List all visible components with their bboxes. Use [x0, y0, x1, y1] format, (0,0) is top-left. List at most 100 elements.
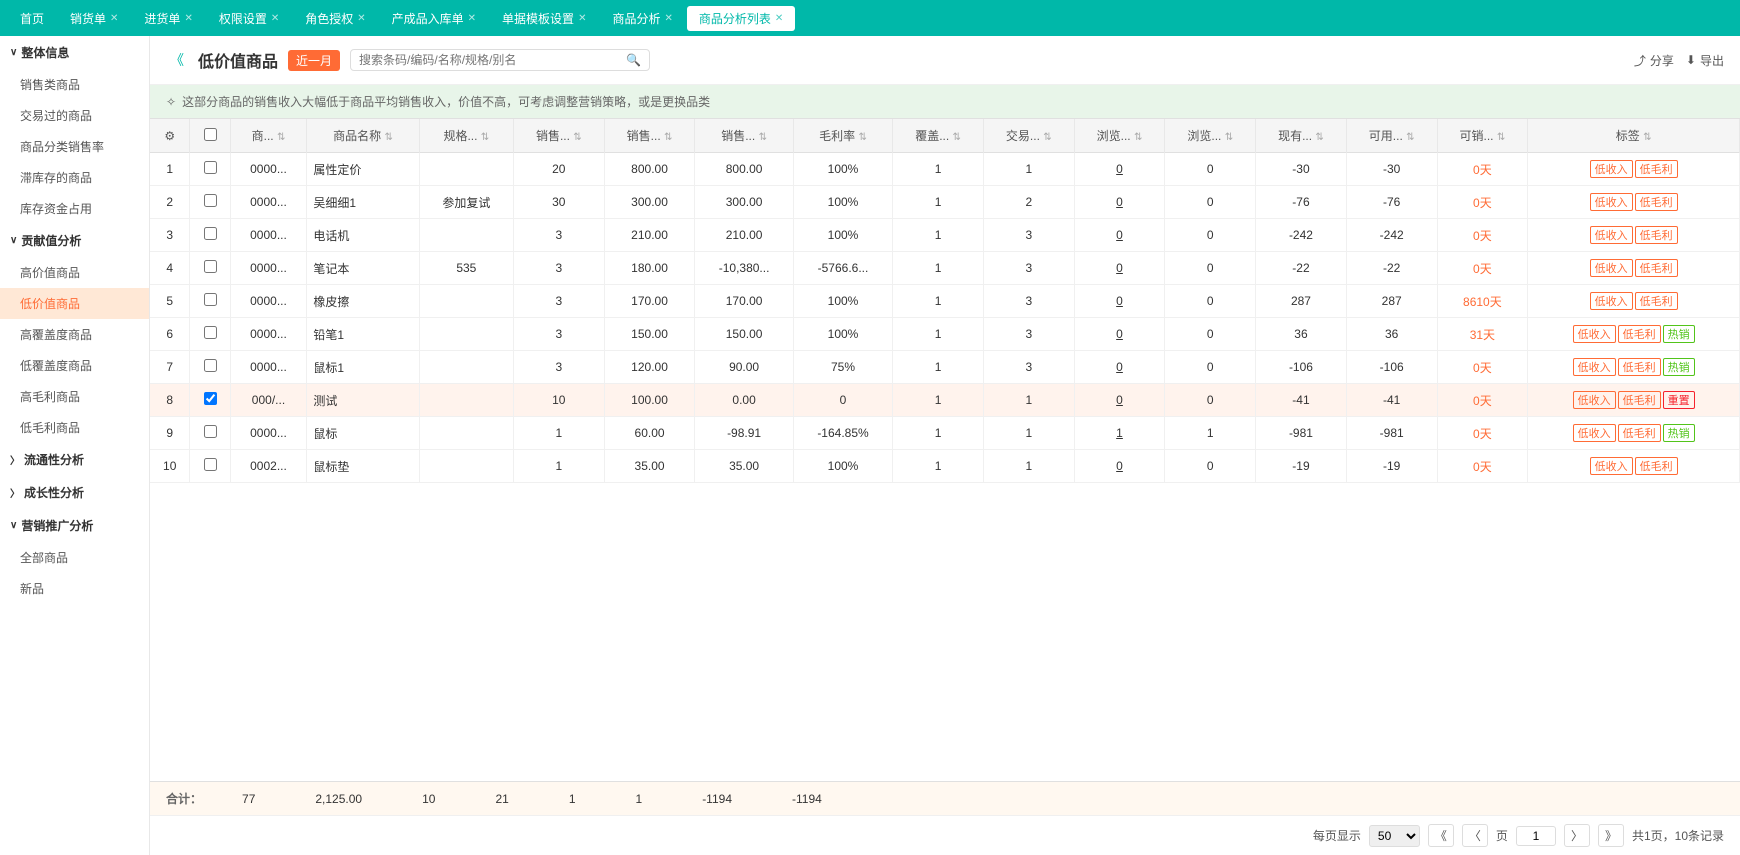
first-page-btn[interactable]: 《 [1428, 824, 1454, 847]
cell-browse1[interactable]: 0 [1074, 285, 1165, 318]
cell-coverage: 1 [893, 285, 984, 318]
cell-checkbox[interactable] [190, 417, 230, 450]
row-checkbox[interactable] [204, 161, 217, 174]
cell-checkbox[interactable] [190, 351, 230, 384]
cell-browse1[interactable]: 0 [1074, 318, 1165, 351]
col-spec[interactable]: 规格... ⇅ [419, 119, 513, 153]
close-icon[interactable]: ✕ [184, 13, 192, 24]
row-checkbox[interactable] [204, 458, 217, 471]
cell-checkbox[interactable] [190, 153, 230, 186]
sidebar-item-low-coverage[interactable]: 低覆盖度商品 [0, 350, 149, 381]
cell-checkbox[interactable] [190, 252, 230, 285]
row-checkbox[interactable] [204, 326, 217, 339]
cell-browse1[interactable]: 0 [1074, 153, 1165, 186]
sidebar-item-low-margin[interactable]: 低毛利商品 [0, 412, 149, 443]
cell-browse1[interactable]: 0 [1074, 450, 1165, 483]
row-checkbox[interactable] [204, 260, 217, 273]
cell-browse1[interactable]: 0 [1074, 252, 1165, 285]
row-checkbox[interactable] [204, 227, 217, 240]
sidebar-item-category-rate[interactable]: 商品分类销售率 [0, 131, 149, 162]
nav-purchase-order[interactable]: 进货单 ✕ [132, 6, 204, 31]
cell-browse1[interactable]: 1 [1074, 417, 1165, 450]
next-page-btn[interactable]: 〉 [1564, 824, 1590, 847]
cell-checkbox[interactable] [190, 384, 230, 417]
col-sale-price[interactable]: 销售... ⇅ [604, 119, 695, 153]
cell-checkbox[interactable] [190, 450, 230, 483]
sidebar-item-low-value[interactable]: 低价值商品 [0, 288, 149, 319]
cell-checkbox[interactable] [190, 318, 230, 351]
nav-product-analysis-list[interactable]: 商品分析列表 ✕ [687, 6, 795, 31]
col-gross-margin[interactable]: 毛利率 ⇅ [793, 119, 892, 153]
col-available[interactable]: 可用... ⇅ [1346, 119, 1437, 153]
sidebar-item-slow-inventory[interactable]: 滞库存的商品 [0, 162, 149, 193]
page-input[interactable] [1516, 826, 1556, 846]
nav-template[interactable]: 单据模板设置 ✕ [490, 6, 598, 31]
col-tags[interactable]: 标签 ⇅ [1528, 119, 1740, 153]
col-sale-qty[interactable]: 销售... ⇅ [513, 119, 604, 153]
col-trade[interactable]: 交易... ⇅ [983, 119, 1074, 153]
col-coverage[interactable]: 覆盖... ⇅ [893, 119, 984, 153]
sidebar-item-high-coverage[interactable]: 高覆盖度商品 [0, 319, 149, 350]
cell-checkbox[interactable] [190, 285, 230, 318]
row-checkbox[interactable] [204, 425, 217, 438]
cell-checkbox[interactable] [190, 186, 230, 219]
row-checkbox[interactable] [204, 392, 217, 405]
row-checkbox[interactable] [204, 194, 217, 207]
col-browse1[interactable]: 浏览... ⇅ [1074, 119, 1165, 153]
page-size-select[interactable]: 50 100 200 [1369, 825, 1420, 847]
nav-role[interactable]: 角色授权 ✕ [293, 6, 377, 31]
sidebar-item-high-margin[interactable]: 高毛利商品 [0, 381, 149, 412]
col-checkbox[interactable] [190, 119, 230, 153]
select-all-checkbox[interactable] [204, 128, 217, 141]
col-sale-amount[interactable]: 销售... ⇅ [695, 119, 793, 153]
table-container[interactable]: ⚙ 商... ⇅ 商品名称 ⇅ 规格... ⇅ 销售... ⇅ 销售... ⇅ … [150, 119, 1740, 781]
export-btn[interactable]: ⬇ 导出 [1686, 52, 1724, 69]
sidebar-item-new-products[interactable]: 新品 [0, 573, 149, 604]
sidebar-item-high-value[interactable]: 高价值商品 [0, 257, 149, 288]
close-icon[interactable]: ✕ [468, 13, 476, 24]
row-checkbox[interactable] [204, 359, 217, 372]
cell-tags: 低收入低毛利重置 [1528, 384, 1740, 417]
close-icon[interactable]: ✕ [271, 13, 279, 24]
cell-browse1[interactable]: 0 [1074, 186, 1165, 219]
col-current[interactable]: 现有... ⇅ [1256, 119, 1347, 153]
col-browse2[interactable]: 浏览... ⇅ [1165, 119, 1256, 153]
col-settings[interactable]: ⚙ [150, 119, 190, 153]
cell-browse1[interactable]: 0 [1074, 351, 1165, 384]
close-icon[interactable]: ✕ [110, 13, 118, 24]
col-code[interactable]: 商... ⇅ [230, 119, 307, 153]
sidebar-group-marketing[interactable]: ∨ 营销推广分析 [0, 509, 149, 542]
sidebar-item-inventory-capital[interactable]: 库存资金占用 [0, 193, 149, 224]
cell-sale-price: 800.00 [604, 153, 695, 186]
nav-home[interactable]: 首页 [8, 6, 56, 31]
sidebar-item-all-products[interactable]: 全部商品 [0, 542, 149, 573]
sidebar-group-growth[interactable]: 〉 成长性分析 [0, 476, 149, 509]
sidebar-group-overall[interactable]: ∨ 整体信息 [0, 36, 149, 69]
search-icon[interactable]: 🔍 [626, 53, 641, 67]
close-icon[interactable]: ✕ [664, 13, 672, 24]
sidebar-collapse-btn[interactable]: 《 [166, 46, 188, 74]
cell-browse1[interactable]: 0 [1074, 219, 1165, 252]
sidebar-group-contribution[interactable]: ∨ 贡献值分析 [0, 224, 149, 257]
close-icon[interactable]: ✕ [775, 13, 783, 24]
nav-permission[interactable]: 权限设置 ✕ [207, 6, 291, 31]
nav-product-warehouse[interactable]: 产成品入库单 ✕ [380, 6, 488, 31]
share-btn[interactable]: ⤴ 分享 [1634, 52, 1674, 69]
sidebar-item-sales-product[interactable]: 销售类商品 [0, 69, 149, 100]
sidebar-group-circulation[interactable]: 〉 流通性分析 [0, 443, 149, 476]
last-page-btn[interactable]: 》 [1598, 824, 1624, 847]
chevron-right-icon: 〉 [10, 485, 20, 500]
col-name[interactable]: 商品名称 ⇅ [307, 119, 419, 153]
prev-page-btn[interactable]: 〈 [1462, 824, 1488, 847]
col-sellable[interactable]: 可销... ⇅ [1437, 119, 1528, 153]
nav-sales-order[interactable]: 销货单 ✕ [58, 6, 130, 31]
cell-checkbox[interactable] [190, 219, 230, 252]
close-icon[interactable]: ✕ [578, 13, 586, 24]
sidebar-item-traded-product[interactable]: 交易过的商品 [0, 100, 149, 131]
search-input[interactable] [359, 53, 620, 67]
nav-product-analysis[interactable]: 商品分析 ✕ [600, 6, 684, 31]
cell-browse1[interactable]: 0 [1074, 384, 1165, 417]
close-icon[interactable]: ✕ [357, 13, 365, 24]
time-filter-btn[interactable]: 近一月 [288, 50, 340, 71]
row-checkbox[interactable] [204, 293, 217, 306]
